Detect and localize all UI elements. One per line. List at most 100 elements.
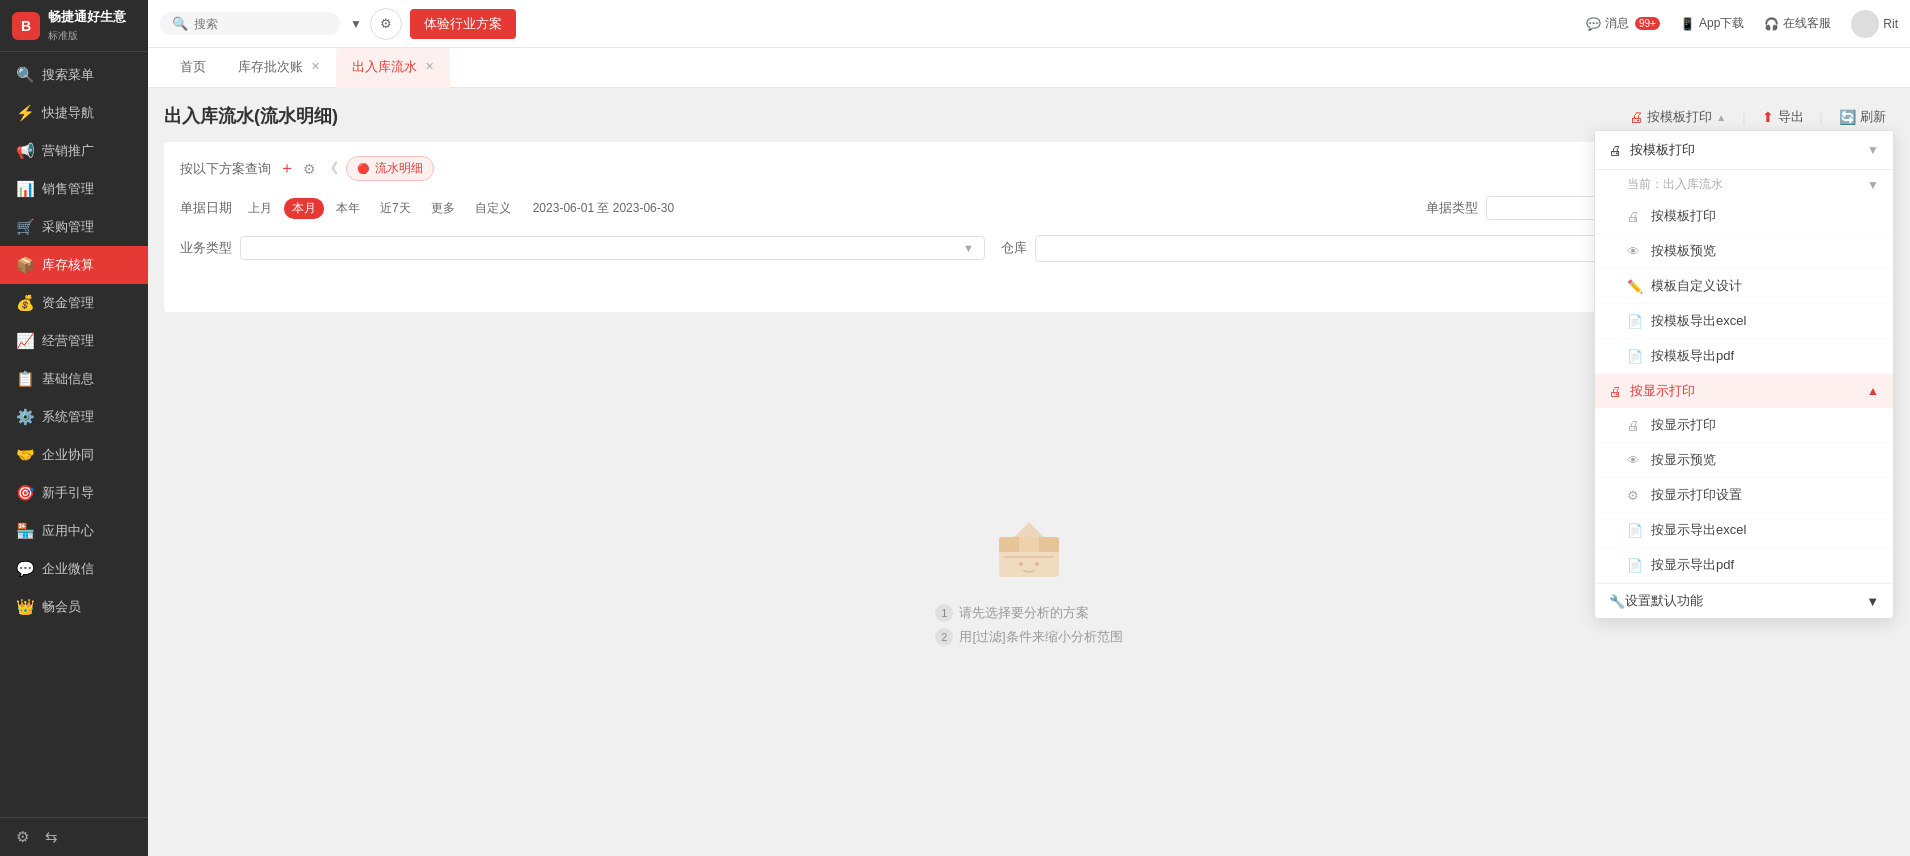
nav-label-search: 搜索菜单 (42, 66, 94, 84)
date-opt-2[interactable]: 本年 (328, 198, 368, 219)
dp-display-item-4[interactable]: 📄 按显示导出pdf (1595, 548, 1893, 583)
nav-label-quicknav: 快捷导航 (42, 104, 94, 122)
dp-template-item-3[interactable]: 📄 按模板导出excel (1595, 304, 1893, 339)
dp-settings-icon: 🔧 (1609, 594, 1625, 609)
nav-icon-wechat: 💬 (16, 560, 34, 578)
refresh-icon: 🔄 (1839, 109, 1856, 125)
dp-settings-arrow: ▼ (1866, 594, 1879, 609)
sidebar-item-marketing[interactable]: 📢营销推广 (0, 132, 148, 170)
sidebar-item-operation[interactable]: 📈经营管理 (0, 322, 148, 360)
sidebar-item-basic[interactable]: 📋基础信息 (0, 360, 148, 398)
sidebar-item-wechat[interactable]: 💬 企业微信 (0, 550, 148, 588)
sidebar-item-sales[interactable]: 📊销售管理 (0, 170, 148, 208)
nav-label-purchase: 采购管理 (42, 218, 94, 236)
nav-icon-system: ⚙️ (16, 408, 34, 426)
dp-template-item-icon-1: 👁 (1627, 244, 1643, 259)
logo-icon: B (12, 12, 40, 40)
date-opt-5[interactable]: 自定义 (467, 198, 519, 219)
sidebar-nav: 🔍 搜索菜单 ⚡快捷导航📢营销推广📊销售管理🛒采购管理📦库存核算💰资金管理📈经营管理… (0, 52, 148, 817)
date-opt-3[interactable]: 近7天 (372, 198, 419, 219)
dp-template-item-icon-3: 📄 (1627, 314, 1643, 329)
sidebar-item-appstore[interactable]: 🏪应用中心 (0, 512, 148, 550)
print-dropdown-panel: 🖨 按模板打印 ▼ 当前：出入库流水 ▼ 🖨 按模板打印 👁 按模板预览 ✏️ … (1594, 130, 1894, 619)
sidebar-item-inventory[interactable]: 📦库存核算 (0, 246, 148, 284)
sidebar-item-member[interactable]: 👑畅会员 (0, 588, 148, 626)
nav-label-finance: 资金管理 (42, 294, 94, 312)
dp-display-item-1[interactable]: 👁 按显示预览 (1595, 443, 1893, 478)
nav-label-appstore: 应用中心 (42, 522, 94, 540)
tab-home[interactable]: 首页 (164, 48, 222, 88)
sidebar-item-search[interactable]: 🔍 搜索菜单 (0, 56, 148, 94)
dp-display-item-2[interactable]: ⚙ 按显示打印设置 (1595, 478, 1893, 513)
collapse-icon[interactable]: ⇆ (45, 828, 58, 846)
dp-template-item-4[interactable]: 📄 按模板导出pdf (1595, 339, 1893, 374)
sidebar-logo: B 畅捷通好生意 标准版 (0, 0, 148, 52)
biz-label: 业务类型 (180, 239, 232, 257)
dp-display-icon: 🖨 (1609, 384, 1622, 399)
tab-close-flow[interactable]: ✕ (425, 60, 434, 73)
sidebar-item-corp[interactable]: 🤝企业协同 (0, 436, 148, 474)
dp-display-item-3[interactable]: 📄 按显示导出excel (1595, 513, 1893, 548)
tag-icon: 🔴 (357, 163, 369, 174)
filter-add-btn[interactable]: ＋ (279, 158, 295, 179)
dp-display-section-header[interactable]: 🖨 按显示打印 ▲ (1595, 374, 1893, 408)
dp-display-item-0[interactable]: 🖨 按显示打印 (1595, 408, 1893, 443)
print-icon: 🖨 (1629, 109, 1643, 125)
export-icon: ⬆ (1762, 109, 1774, 125)
sidebar-item-quicknav[interactable]: ⚡快捷导航 (0, 94, 148, 132)
dp-current-arrow: ▼ (1867, 178, 1879, 192)
industry-button[interactable]: 体验行业方案 (410, 9, 516, 39)
nav-label-corp: 企业协同 (42, 446, 94, 464)
filter-tag: 🔴 流水明细 (346, 156, 434, 181)
date-opt-0[interactable]: 上月 (240, 198, 280, 219)
sidebar-item-system[interactable]: ⚙️系统管理 (0, 398, 148, 436)
app-download-action[interactable]: 📱 App下载 (1680, 15, 1744, 32)
user-action[interactable]: Rit (1851, 10, 1898, 38)
dp-settings-row[interactable]: 🔧 设置默认功能 ▼ (1595, 583, 1893, 618)
dp-template-arrow[interactable]: ▼ (1867, 143, 1879, 157)
nav-icon-member: 👑 (16, 598, 34, 616)
dp-template-item-2[interactable]: ✏️ 模板自定义设计 (1595, 269, 1893, 304)
dp-display-title: 🖨 按显示打印 (1609, 382, 1695, 400)
settings-icon[interactable]: ⚙ (16, 828, 29, 846)
dp-display-arrow[interactable]: ▲ (1867, 384, 1879, 398)
refresh-btn[interactable]: 🔄 刷新 (1831, 104, 1894, 130)
tab-close-batch[interactable]: ✕ (311, 60, 320, 73)
dp-display-item-icon-4: 📄 (1627, 558, 1643, 573)
dp-template-item-1[interactable]: 👁 按模板预览 (1595, 234, 1893, 269)
date-opt-4[interactable]: 更多 (423, 198, 463, 219)
sidebar-item-guide[interactable]: 🎯新手引导 (0, 474, 148, 512)
date-opt-1[interactable]: 本月 (284, 198, 324, 219)
svg-rect-3 (1004, 556, 1054, 558)
nav-label-operation: 经营管理 (42, 332, 94, 350)
sidebar-item-finance[interactable]: 💰资金管理 (0, 284, 148, 322)
print-template-btn[interactable]: 🖨 按模板打印 ▲ (1621, 104, 1734, 130)
dp-template-item-0[interactable]: 🖨 按模板打印 (1595, 199, 1893, 234)
nav-label-inventory: 库存核算 (42, 256, 94, 274)
sidebar-item-purchase[interactable]: 🛒采购管理 (0, 208, 148, 246)
gear-button[interactable]: ⚙ (370, 8, 402, 40)
header-search-dropdown[interactable]: ▼ (350, 17, 362, 31)
page-toolbar: 🖨 按模板打印 ▲ | ⬆ 导出 | 🔄 刷新 (1621, 104, 1894, 130)
nav-label-guide: 新手引导 (42, 484, 94, 502)
export-btn[interactable]: ⬆ 导出 (1754, 104, 1812, 130)
biz-select[interactable]: ▼ (240, 236, 985, 260)
nav-icon-search: 🔍 (16, 66, 34, 84)
filter-collapse-btn[interactable]: 《 (324, 160, 338, 178)
dp-template-header[interactable]: 🖨 按模板打印 ▼ (1595, 131, 1893, 170)
tab-batch[interactable]: 库存批次账✕ (222, 48, 336, 88)
filter-biz-item: 业务类型 ▼ (180, 236, 985, 260)
message-action[interactable]: 💬 消息 99+ (1586, 15, 1660, 32)
tab-flow[interactable]: 出入库流水✕ (336, 48, 450, 88)
nav-label-wechat: 企业微信 (42, 560, 94, 578)
chevron-up-icon: ▲ (1716, 112, 1726, 123)
empty-steps: 1 请先选择要分析的方案 2 用[过滤]条件来缩小分析范围 (935, 604, 1122, 652)
online-service-action[interactable]: 🎧 在线客服 (1764, 15, 1831, 32)
search-input[interactable] (194, 17, 314, 31)
header-right: 💬 消息 99+ 📱 App下载 🎧 在线客服 Rit (1586, 10, 1898, 38)
sidebar: B 畅捷通好生意 标准版 🔍 搜索菜单 ⚡快捷导航📢营销推广📊销售管理🛒采购管理📦库… (0, 0, 148, 856)
date-label: 单据日期 (180, 199, 232, 217)
filter-settings-btn[interactable]: ⚙ (303, 161, 316, 177)
header-search[interactable]: 🔍 (160, 12, 340, 35)
date-range: 2023-06-01 至 2023-06-30 (533, 200, 674, 217)
